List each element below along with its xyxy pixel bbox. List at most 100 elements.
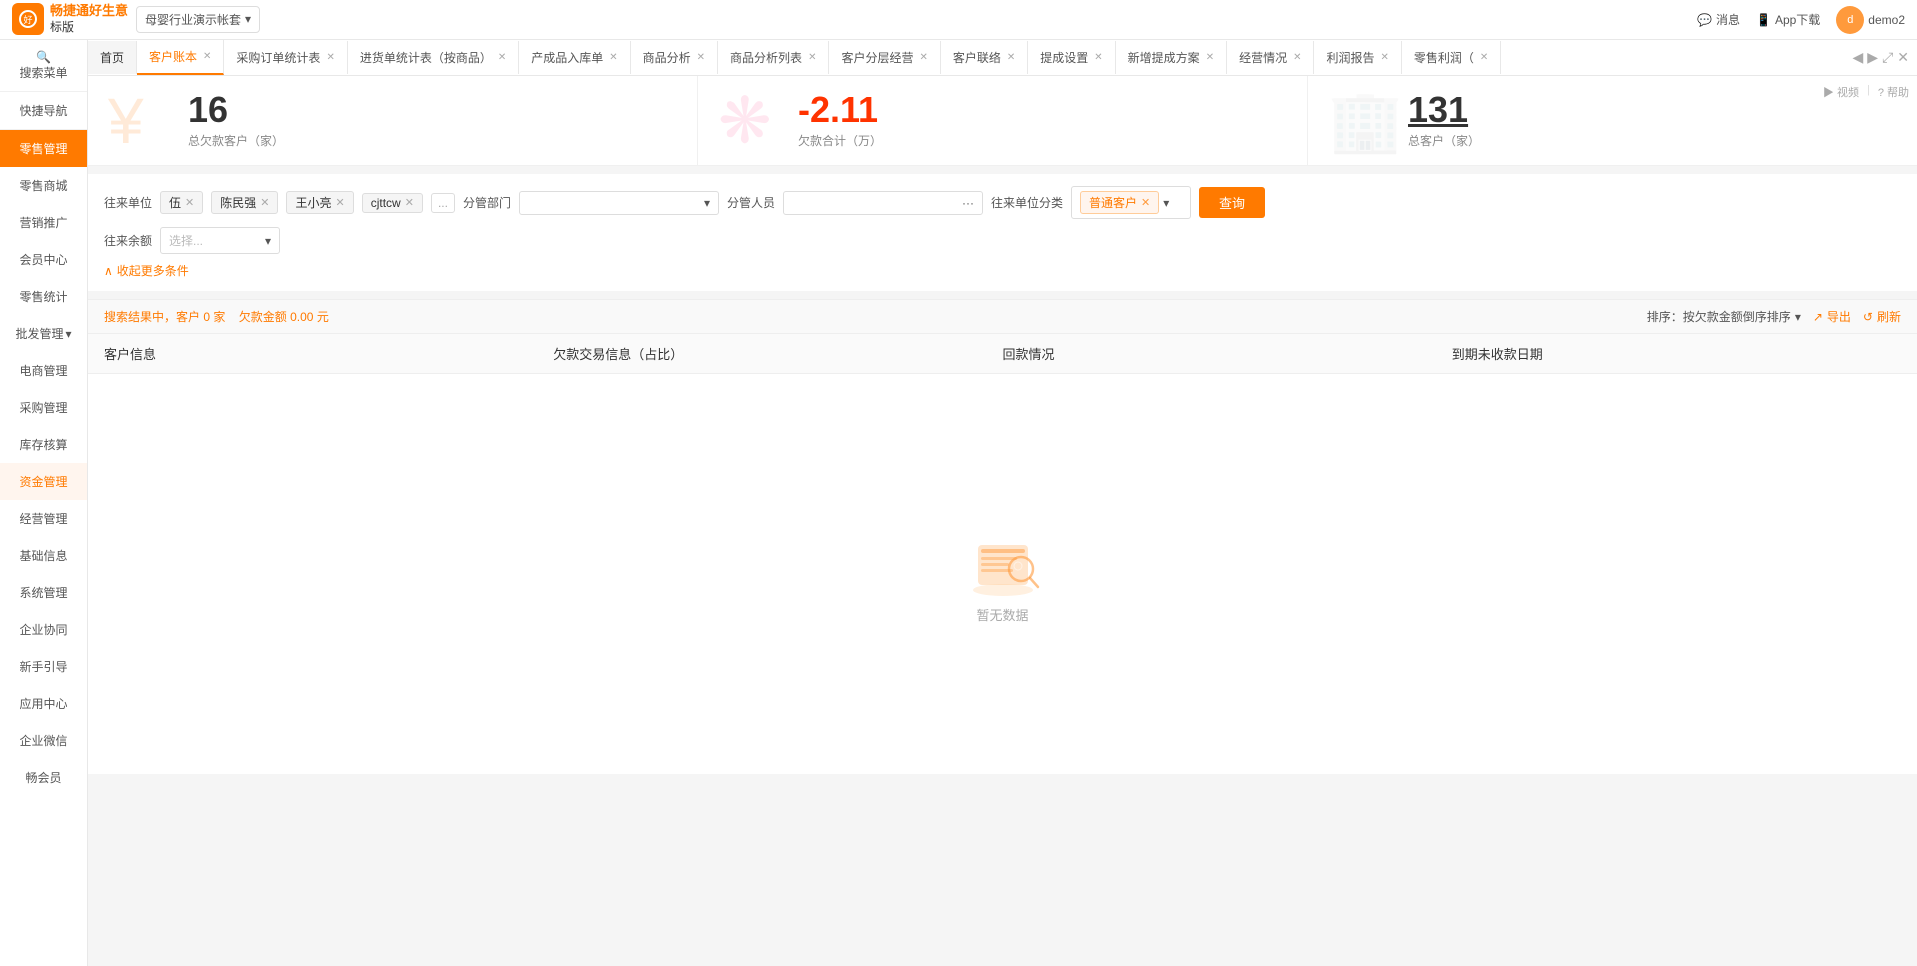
video-btn[interactable]: ▶ 视频 xyxy=(1823,84,1859,100)
stat-bg-building-icon: 🏢 xyxy=(1328,85,1403,156)
sidebar-item-operations-mgmt[interactable]: 经营管理 xyxy=(0,500,87,537)
table-area: 客户信息 欠款交易信息（占比） 回款情况 到期未收款日期 xyxy=(88,334,1917,774)
logo-icon: 好 xyxy=(12,3,44,35)
svg-text:好: 好 xyxy=(23,14,32,25)
col-due-date: 到期未收款日期 xyxy=(1452,344,1901,363)
nav-tabs-actions: ◀ ▶ ⤢ ✕ xyxy=(1845,49,1917,66)
close-tab-new-promotion-plan[interactable]: ✕ xyxy=(1206,52,1214,63)
sidebar-item-vip-member[interactable]: 畅会员 xyxy=(0,759,87,796)
app-download-btn[interactable]: 📱 App下载 xyxy=(1756,11,1820,28)
balance-select[interactable]: 选择... ▾ xyxy=(160,227,280,254)
sidebar-item-wholesale-mgmt[interactable]: 批发管理▾ xyxy=(0,315,87,352)
close-tab-retail-profit[interactable]: ✕ xyxy=(1480,52,1488,63)
user-avatar-area[interactable]: d demo2 xyxy=(1836,6,1905,34)
sidebar-item-app-center[interactable]: 应用中心 xyxy=(0,685,87,722)
stat-total-customers: 🏢 131 总客户（家） ▶ 视频 | ? 帮助 xyxy=(1308,76,1917,165)
help-btn[interactable]: ? 帮助 xyxy=(1878,84,1909,100)
filter-tag-cjttcw[interactable]: cjttcw ✕ xyxy=(362,193,423,213)
filter-tag-wangxiaoliang[interactable]: 王小亮 ✕ xyxy=(286,191,353,214)
tab-purchase-order-stats[interactable]: 采购订单统计表 ✕ xyxy=(224,41,347,74)
dept-select[interactable]: ▾ xyxy=(519,191,719,215)
close-tab-product-inbound[interactable]: ✕ xyxy=(609,52,617,63)
unit-class-tag: 普通客户 ✕ xyxy=(1080,191,1159,214)
person-select[interactable]: ··· xyxy=(783,191,983,215)
remove-tag-wu[interactable]: ✕ xyxy=(185,196,194,209)
sidebar-quick-nav[interactable]: 快捷导航 xyxy=(0,92,87,130)
chevron-down-icon: ▾ xyxy=(1795,310,1801,324)
ellipsis-icon: ··· xyxy=(962,196,974,210)
chevron-down-icon: ▾ xyxy=(704,196,710,210)
sidebar-item-marketing[interactable]: 营销推广 xyxy=(0,204,87,241)
sidebar-item-new-guide[interactable]: 新手引导 xyxy=(0,648,87,685)
sidebar-item-retail-stats[interactable]: 零售统计 xyxy=(0,278,87,315)
tab-scroll-right-icon[interactable]: ▶ xyxy=(1867,49,1878,66)
sort-selector[interactable]: 排序：按欠款金额倒序排序 ▾ xyxy=(1647,308,1801,325)
sidebar-item-ecommerce-mgmt[interactable]: 电商管理 xyxy=(0,352,87,389)
tab-promotion-settings[interactable]: 提成设置 ✕ xyxy=(1028,41,1115,74)
close-tab-product-analysis[interactable]: ✕ xyxy=(697,52,705,63)
sidebar-item-enterprise-coop[interactable]: 企业协同 xyxy=(0,611,87,648)
chevron-icon: ▾ xyxy=(65,327,71,341)
tab-product-analysis[interactable]: 商品分析 ✕ xyxy=(631,41,718,74)
tab-maximize-icon[interactable]: ⤢ xyxy=(1882,49,1893,66)
result-bar: 搜索结果中，客户 0 家 欠款金额 0.00 元 排序：按欠款金额倒序排序 ▾ … xyxy=(88,299,1917,334)
tab-close-all-icon[interactable]: ✕ xyxy=(1897,49,1909,66)
tab-retail-profit[interactable]: 零售利润（ ✕ xyxy=(1402,41,1501,74)
close-tab-product-analysis-list[interactable]: ✕ xyxy=(808,52,816,63)
unit-class-select[interactable]: 普通客户 ✕ ▾ xyxy=(1071,186,1191,219)
sidebar-item-enterprise-wechat[interactable]: 企业微信 xyxy=(0,722,87,759)
export-btn[interactable]: ↗ 导出 xyxy=(1813,308,1851,325)
close-tab-customer-segment[interactable]: ✕ xyxy=(919,52,927,63)
close-tab-operation-status[interactable]: ✕ xyxy=(1293,52,1301,63)
company-selector[interactable]: 母婴行业演示帐套 ▾ xyxy=(136,6,260,33)
sidebar-item-purchase-mgmt[interactable]: 采购管理 xyxy=(0,389,87,426)
empty-illustration xyxy=(953,525,1053,605)
tab-customer-accounts[interactable]: 客户账本 ✕ xyxy=(137,40,224,75)
sidebar-item-inventory[interactable]: 库存核算 xyxy=(0,426,87,463)
col-credit-info: 欠款交易信息（占比） xyxy=(553,344,1002,363)
tab-customer-segment[interactable]: 客户分层经营 ✕ xyxy=(829,41,940,74)
sidebar-item-member-center[interactable]: 会员中心 xyxy=(0,241,87,278)
filter-tag-unit-all[interactable]: 伍 ✕ xyxy=(160,191,203,214)
remove-tag-chenminqiang[interactable]: ✕ xyxy=(260,196,269,209)
logo-area: 好 畅捷通好生意 标版 xyxy=(12,3,128,35)
tab-customer-contact[interactable]: 客户联络 ✕ xyxy=(941,41,1028,74)
sidebar: 🔍 搜索菜单 快捷导航 零售管理 零售商城 营销推广 会员中心 零售统计 批发管… xyxy=(0,40,88,966)
tab-purchase-stats-by-product[interactable]: 进货单统计表（按商品） ✕ xyxy=(348,41,519,74)
tab-product-analysis-list[interactable]: 商品分析列表 ✕ xyxy=(718,41,829,74)
close-tab-purchase-stats[interactable]: ✕ xyxy=(498,52,506,63)
remove-tag-wangxiaoliang[interactable]: ✕ xyxy=(336,196,345,209)
close-tab-profit-report[interactable]: ✕ xyxy=(1381,52,1389,63)
filter-tag-chenminqiang[interactable]: 陈民强 ✕ xyxy=(211,191,278,214)
sidebar-item-system-mgmt[interactable]: 系统管理 xyxy=(0,574,87,611)
remove-tag-cjttcw[interactable]: ✕ xyxy=(405,196,414,209)
remove-unit-class[interactable]: ✕ xyxy=(1141,196,1150,209)
chevron-down-icon: ▾ xyxy=(245,12,251,26)
sidebar-item-retail-mall[interactable]: 零售商城 xyxy=(0,167,87,204)
tab-profit-report[interactable]: 利润报告 ✕ xyxy=(1314,41,1401,74)
close-tab-purchase-order-stats[interactable]: ✕ xyxy=(326,52,334,63)
close-tab-promotion-settings[interactable]: ✕ xyxy=(1094,52,1102,63)
collapse-btn[interactable]: ∧ 收起更多条件 xyxy=(104,262,1901,279)
tab-new-promotion-plan[interactable]: 新增提成方案 ✕ xyxy=(1116,41,1227,74)
sidebar-item-capital-mgmt[interactable]: 资金管理 xyxy=(0,463,87,500)
page-content: ¥ 16 总欠款客户（家） ❋ -2.11 欠款合计（万） 🏢 xyxy=(88,76,1917,966)
sidebar-item-retail-mgmt[interactable]: 零售管理 xyxy=(0,130,87,167)
sidebar-item-basic-info[interactable]: 基础信息 xyxy=(0,537,87,574)
avatar: d xyxy=(1836,6,1864,34)
filter-more-btn[interactable]: ... xyxy=(431,193,455,213)
chevron-down-icon: ▾ xyxy=(265,234,271,248)
close-tab-customer-contact[interactable]: ✕ xyxy=(1007,52,1015,63)
tab-home[interactable]: 首页 xyxy=(88,41,137,74)
download-icon: 📱 xyxy=(1756,13,1771,27)
tab-operation-status[interactable]: 经营情况 ✕ xyxy=(1227,41,1314,74)
result-actions: 排序：按欠款金额倒序排序 ▾ ↗ 导出 ↺ 刷新 xyxy=(1647,308,1901,325)
message-btn[interactable]: 💬 消息 xyxy=(1697,11,1740,28)
close-tab-customer-accounts[interactable]: ✕ xyxy=(203,51,211,62)
refresh-btn[interactable]: ↺ 刷新 xyxy=(1863,308,1901,325)
empty-text: 暂无数据 xyxy=(976,605,1028,624)
tab-scroll-left-icon[interactable]: ◀ xyxy=(1853,49,1864,66)
sidebar-search[interactable]: 🔍 搜索菜单 xyxy=(0,40,87,92)
query-button[interactable]: 查询 xyxy=(1199,187,1265,218)
tab-product-inbound[interactable]: 产成品入库单 ✕ xyxy=(519,41,630,74)
